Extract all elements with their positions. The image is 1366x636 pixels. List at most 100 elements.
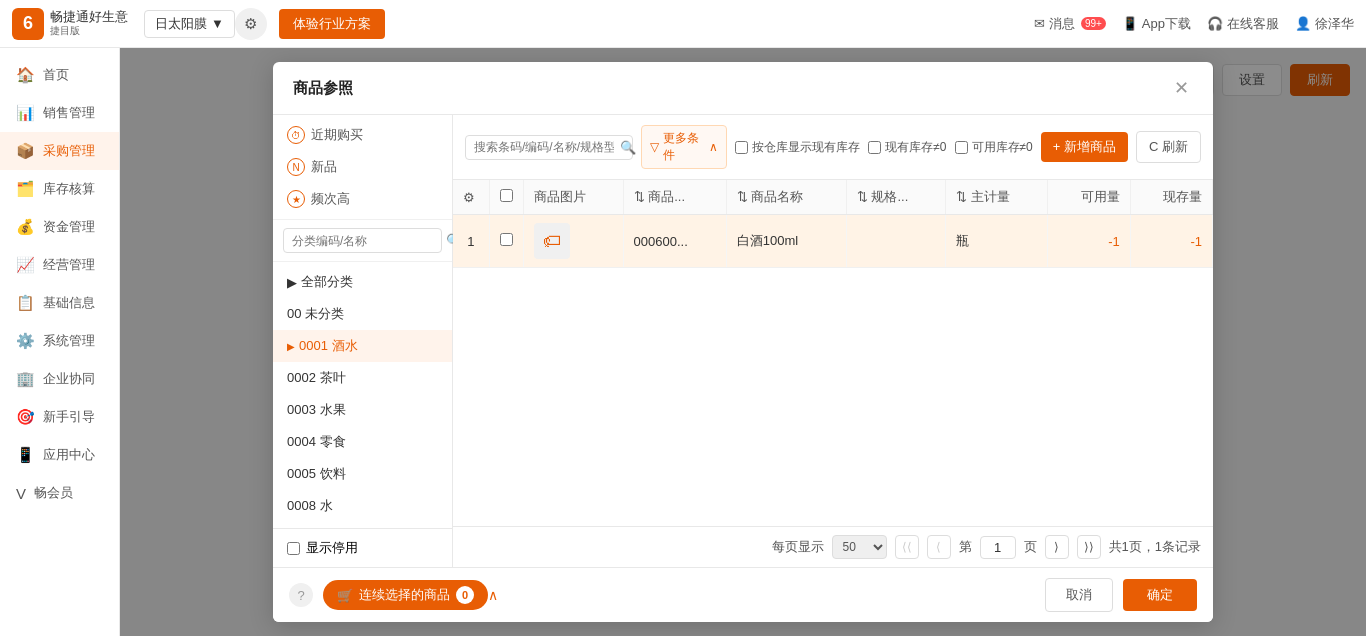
col-available[interactable]: 可用量: [1048, 180, 1130, 215]
cart-badge: 0: [456, 586, 474, 604]
table-row[interactable]: 1 🏷 00: [453, 215, 1213, 268]
category-search-input[interactable]: [292, 234, 442, 248]
nav-right: ✉ 消息 99+ 📱 App下载 🎧 在线客服 👤 徐泽华: [1034, 15, 1354, 33]
col-settings[interactable]: ⚙: [453, 180, 489, 215]
cat-item-all[interactable]: ▶ 全部分类: [273, 266, 452, 298]
exp-button[interactable]: 体验行业方案: [279, 9, 385, 39]
col-image[interactable]: 商品图片: [523, 180, 623, 215]
sidebar-item-corp[interactable]: 🏢 企业协同: [0, 360, 119, 398]
row-checkbox[interactable]: [500, 233, 513, 246]
cat-item-6[interactable]: 0008 水: [273, 490, 452, 522]
settings-icon[interactable]: ⚙: [235, 8, 267, 40]
new-icon: N: [287, 158, 305, 176]
first-page-btn[interactable]: ⟨⟨: [895, 535, 919, 559]
sidebar-item-guide[interactable]: 🎯 新手引导: [0, 398, 119, 436]
check-stock[interactable]: 现有库存≠0: [868, 139, 946, 156]
filter-btn[interactable]: ▽ 更多条件 ∧: [641, 125, 727, 169]
cart-button[interactable]: 🛒 连续选择的商品 0: [323, 580, 488, 610]
col-name[interactable]: ⇅ 商品名称: [726, 180, 846, 215]
category-tree: ▶ 全部分类 00 未分类 ▶ 0001 酒水 0002 茶: [273, 262, 452, 528]
product-search-icon[interactable]: 🔍: [620, 140, 636, 155]
sidebar-item-member[interactable]: V 畅会员: [0, 474, 119, 512]
message-badge: 99+: [1081, 17, 1106, 30]
cell-image: 🏷: [523, 215, 623, 268]
left-search: 🔍: [273, 220, 452, 262]
cell-unit: 瓶: [946, 215, 1048, 268]
purchase-icon: 📦: [16, 142, 35, 160]
sales-icon: 📊: [16, 104, 35, 122]
show-disabled-checkbox[interactable]: [287, 542, 300, 555]
app-name: 畅捷通好生意: [50, 9, 128, 25]
sidebar-item-apps[interactable]: 📱 应用中心: [0, 436, 119, 474]
refresh-button[interactable]: C 刷新: [1136, 131, 1201, 163]
sidebar-item-finance[interactable]: 💰 资金管理: [0, 208, 119, 246]
logo-area: 6 畅捷通好生意 捷目版: [12, 8, 128, 40]
cat-expand-all: ▶: [287, 275, 297, 290]
logo-icon: 6: [12, 8, 44, 40]
help-button[interactable]: ?: [289, 583, 313, 607]
product-modal: 商品参照 ✕ ⏱ 近期购买 N 新品: [273, 62, 1213, 622]
modal-left-panel: ⏱ 近期购买 N 新品 ★ 频次高: [273, 115, 453, 567]
base-icon: 📋: [16, 294, 35, 312]
modal-footer: ? 🛒 连续选择的商品 0 ∧ 取消 确定: [273, 567, 1213, 622]
sidebar-item-manage[interactable]: 📈 经营管理: [0, 246, 119, 284]
col-unit[interactable]: ⇅ 主计量: [946, 180, 1048, 215]
cancel-button[interactable]: 取消: [1045, 578, 1113, 612]
cell-name: 白酒100ml: [726, 215, 846, 268]
check-available[interactable]: 可用库存≠0: [955, 139, 1033, 156]
online-service-btn[interactable]: 🎧 在线客服: [1207, 15, 1279, 33]
sidebar-item-sales[interactable]: 📊 销售管理: [0, 94, 119, 132]
warehouse-checkbox[interactable]: [735, 141, 748, 154]
check-warehouse[interactable]: 按仓库显示现有库存: [735, 139, 860, 156]
cat-item-5[interactable]: 0005 饮料: [273, 458, 452, 490]
company-dropdown[interactable]: 日太阳膜 ▼: [144, 10, 235, 38]
sidebar-item-inventory[interactable]: 🗂️ 库存核算: [0, 170, 119, 208]
quick-item-new[interactable]: N 新品: [273, 151, 452, 183]
col-spec[interactable]: ⇅ 规格...: [846, 180, 945, 215]
cat-item-2[interactable]: 0002 茶叶: [273, 362, 452, 394]
select-all-checkbox[interactable]: [500, 189, 513, 202]
page-number-input[interactable]: [980, 536, 1016, 559]
home-icon: 🏠: [16, 66, 35, 84]
next-page-btn[interactable]: ⟩: [1045, 535, 1069, 559]
sidebar-item-base[interactable]: 📋 基础信息: [0, 284, 119, 322]
cell-checkbox[interactable]: [489, 215, 523, 268]
cell-num: 1: [453, 215, 489, 268]
col-code[interactable]: ⇅ 商品...: [623, 180, 726, 215]
confirm-button[interactable]: 确定: [1123, 579, 1197, 611]
sidebar-item-system[interactable]: ⚙️ 系统管理: [0, 322, 119, 360]
cell-spec: [846, 215, 945, 268]
cat-item-4[interactable]: 0004 零食: [273, 426, 452, 458]
modal-close-button[interactable]: ✕: [1169, 76, 1193, 100]
cat-item-1[interactable]: ▶ 0001 酒水: [273, 330, 452, 362]
last-page-btn[interactable]: ⟩⟩: [1077, 535, 1101, 559]
user-avatar[interactable]: 👤 徐泽华: [1295, 15, 1354, 33]
app-download-btn[interactable]: 📱 App下载: [1122, 15, 1191, 33]
available-checkbox[interactable]: [955, 141, 968, 154]
prev-page-btn[interactable]: ⟨: [927, 535, 951, 559]
col-checkbox[interactable]: [489, 180, 523, 215]
message-btn[interactable]: ✉ 消息 99+: [1034, 15, 1106, 33]
quick-item-recent[interactable]: ⏱ 近期购买: [273, 119, 452, 151]
cat-item-3[interactable]: 0003 水果: [273, 394, 452, 426]
product-search-input[interactable]: [474, 140, 614, 154]
stock-checkbox[interactable]: [868, 141, 881, 154]
sidebar-item-purchase[interactable]: 📦 采购管理: [0, 132, 119, 170]
cell-code: 000600...: [623, 215, 726, 268]
system-icon: ⚙️: [16, 332, 35, 350]
add-product-button[interactable]: + 新增商品: [1041, 132, 1128, 162]
cat-item-0[interactable]: 00 未分类: [273, 298, 452, 330]
top-nav: 6 畅捷通好生意 捷目版 日太阳膜 ▼ ⚙ 体验行业方案 ✉ 消息 99+ 📱 …: [0, 0, 1366, 48]
modal-header: 商品参照 ✕: [273, 62, 1213, 115]
corp-icon: 🏢: [16, 370, 35, 388]
cart-collapse-icon[interactable]: ∧: [488, 587, 498, 603]
quick-item-freq[interactable]: ★ 频次高: [273, 183, 452, 215]
sidebar: 🏠 首页 📊 销售管理 📦 采购管理 🗂️ 库存核算 💰 资金管理 📈 经营管理…: [0, 48, 120, 636]
sidebar-item-home[interactable]: 🏠 首页: [0, 56, 119, 94]
col-stock[interactable]: 现存量: [1130, 180, 1212, 215]
show-disabled: 显示停用: [273, 528, 452, 567]
page-size-select[interactable]: 50 10 20 100: [832, 535, 887, 559]
main-layout: 🏠 首页 📊 销售管理 📦 采购管理 🗂️ 库存核算 💰 资金管理 📈 经营管理…: [0, 48, 1366, 636]
modal-right-panel: 🔍 ▽ 更多条件 ∧ 按仓库显示现有库存: [453, 115, 1213, 567]
content-area: 查询 设置 刷新 商品参照 ✕ ⏱: [120, 48, 1366, 636]
